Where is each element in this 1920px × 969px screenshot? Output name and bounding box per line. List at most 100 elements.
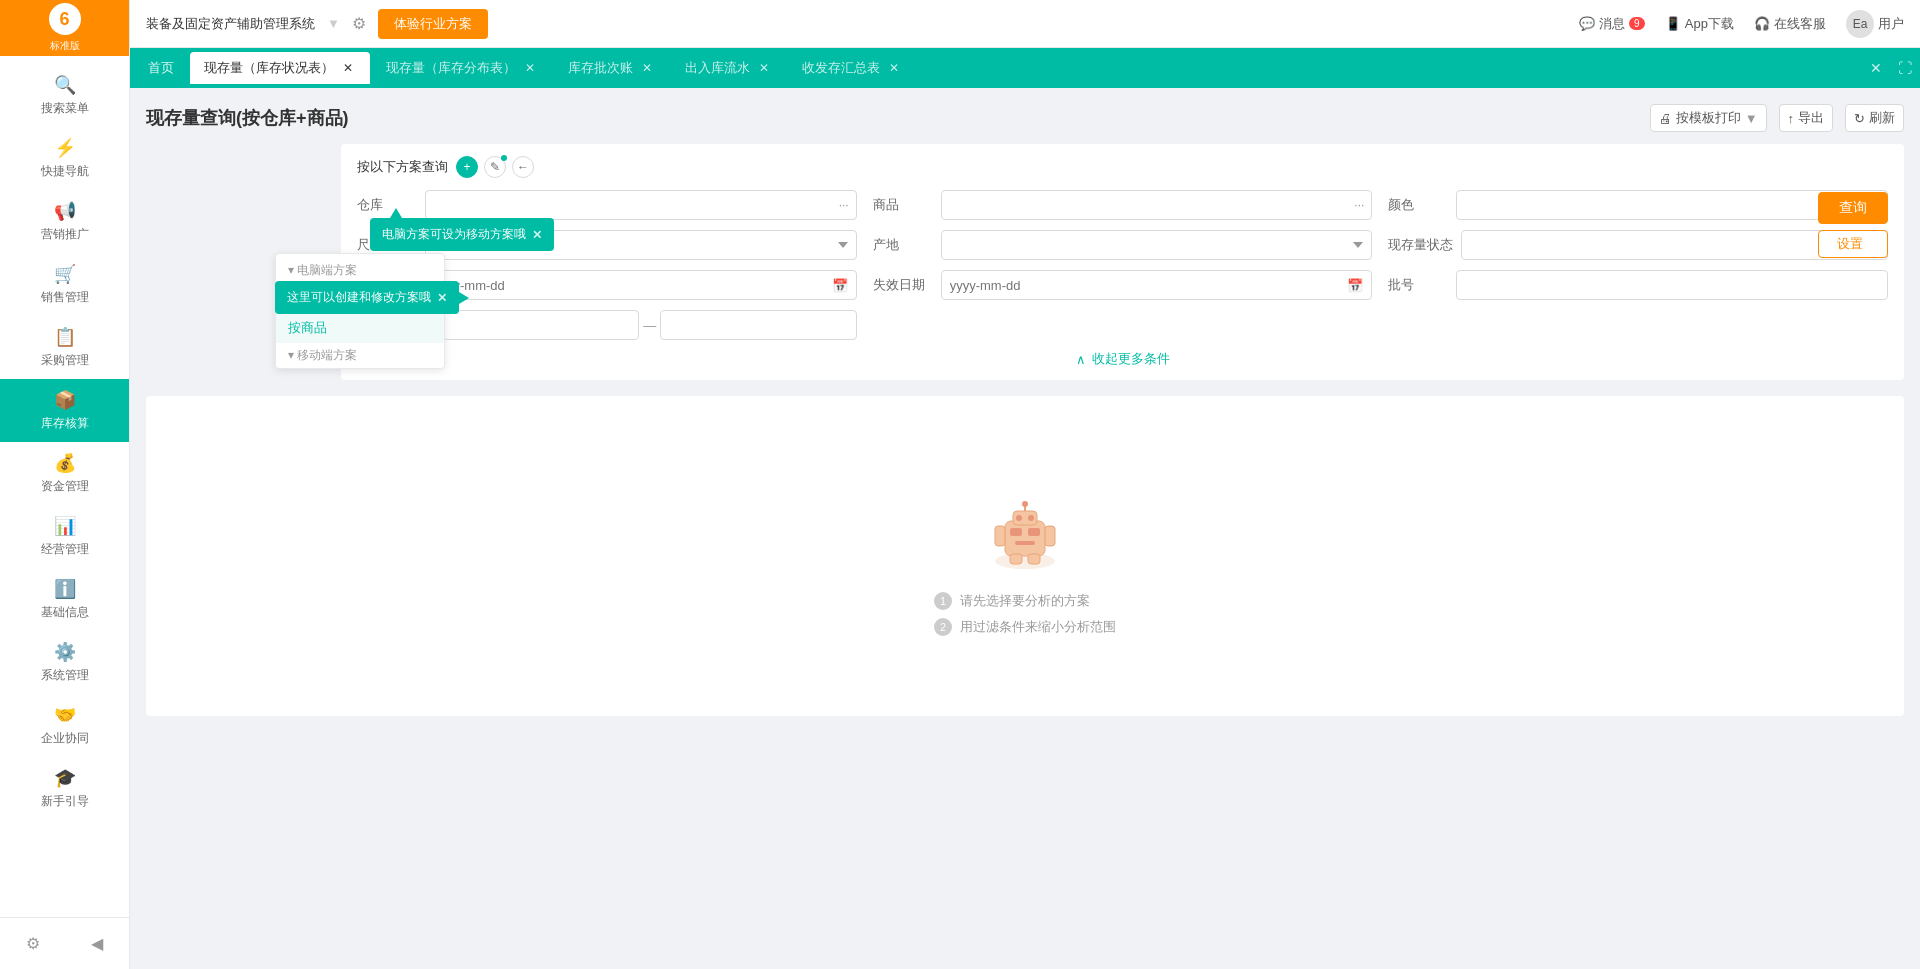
exp-date-cal-icon[interactable]: 📅 (1339, 278, 1371, 293)
origin-label: 产地 (873, 236, 933, 254)
sidebar-item-label: 库存核算 (41, 415, 89, 432)
scheme-section-mobile: ▾ 移动端方案 (276, 343, 444, 368)
settings-btn[interactable]: ⚙ (20, 928, 46, 959)
add-scheme-btn[interactable]: + (456, 156, 478, 178)
tab-summary-label: 收发存汇总表 (802, 59, 880, 77)
tab-summary[interactable]: 收发存汇总表 ✕ (788, 52, 916, 84)
sidebar: 6 标准版 🔍 搜索菜单 ⚡ 快捷导航 📢 营销推广 🛒 销售管理 📋 采购管理… (0, 0, 130, 969)
message-label: 消息 (1599, 15, 1625, 33)
sidebar-item-management[interactable]: 📊 经营管理 (0, 505, 129, 568)
sidebar-item-search[interactable]: 🔍 搜索菜单 (0, 64, 129, 127)
sidebar-item-finance[interactable]: 💰 资金管理 (0, 442, 129, 505)
page-title-bar: 现存量查询(按仓库+商品) 🖨 按模板打印 ▼ ↑ 导出 ↻ 刷新 (146, 104, 1904, 132)
sidebar-item-collab[interactable]: 🤝 企业协同 (0, 694, 129, 757)
tab-bar: 首页 现存量（库存状况表） ✕ 现存量（库存分布表） ✕ 库存批次账 ✕ 出入库… (130, 48, 1920, 88)
exp-date-input[interactable] (942, 278, 1340, 293)
phone-icon: 📱 (1665, 16, 1681, 31)
sidebar-item-label: 基础信息 (41, 604, 89, 621)
sidebar-item-label: 快捷导航 (41, 163, 89, 180)
sidebar-item-system[interactable]: ⚙️ 系统管理 (0, 631, 129, 694)
sidebar-menu: 🔍 搜索菜单 ⚡ 快捷导航 📢 营销推广 🛒 销售管理 📋 采购管理 📦 库存核… (0, 56, 129, 917)
message-icon: 💬 (1579, 16, 1595, 31)
origin-select[interactable] (941, 230, 1373, 260)
app-download-btn[interactable]: 📱 App下载 (1665, 15, 1734, 33)
sales-icon: 🛒 (54, 263, 76, 285)
tab-inout[interactable]: 出入库流水 ✕ (671, 52, 786, 84)
tab-stock-status-label: 现存量（库存状况表） (204, 59, 334, 77)
tab-stock-dist[interactable]: 现存量（库存分布表） ✕ (372, 52, 552, 84)
tab-stock-status-close[interactable]: ✕ (340, 60, 356, 76)
query-button[interactable]: 查询 (1818, 192, 1888, 224)
nav-icon: ⚡ (54, 137, 76, 159)
prod-date-cal-icon[interactable]: 📅 (824, 278, 856, 293)
settings-filter-button[interactable]: 设置 (1818, 230, 1888, 258)
page-title: 现存量查询(按仓库+商品) (146, 106, 349, 130)
sidebar-item-sales[interactable]: 🛒 销售管理 (0, 253, 129, 316)
sidebar-item-label: 系统管理 (41, 667, 89, 684)
tab-batch[interactable]: 库存批次账 ✕ (554, 52, 669, 84)
online-support-btn[interactable]: 🎧 在线客服 (1754, 15, 1826, 33)
tab-summary-close[interactable]: ✕ (886, 60, 902, 76)
tab-batch-close[interactable]: ✕ (639, 60, 655, 76)
page-actions: 🖨 按模板打印 ▼ ↑ 导出 ↻ 刷新 (1650, 104, 1904, 132)
sidebar-item-nav[interactable]: ⚡ 快捷导航 (0, 127, 129, 190)
sidebar-item-label: 新手引导 (41, 793, 89, 810)
warehouse-input[interactable] (425, 190, 857, 220)
edit-scheme-btn[interactable]: ✎ (484, 156, 506, 178)
print-label: 按模板打印 (1676, 109, 1741, 127)
sidebar-item-basic-info[interactable]: ℹ️ 基础信息 (0, 568, 129, 631)
solution-button[interactable]: 体验行业方案 (378, 9, 488, 39)
sidebar-item-marketing[interactable]: 📢 营销推广 (0, 190, 129, 253)
stock-main-from[interactable] (443, 310, 639, 340)
tab-batch-label: 库存批次账 (568, 59, 633, 77)
app-download-label: App下载 (1685, 15, 1734, 33)
user-menu[interactable]: Ea 用户 (1846, 10, 1904, 38)
refresh-button[interactable]: ↻ 刷新 (1845, 104, 1904, 132)
print-dropdown-icon: ▼ (1745, 111, 1758, 126)
refresh-label: 刷新 (1869, 109, 1895, 127)
tooltip-close-2[interactable]: ✕ (437, 291, 447, 305)
print-button[interactable]: 🖨 按模板打印 ▼ (1650, 104, 1767, 132)
stock-main-to[interactable] (660, 310, 856, 340)
message-btn[interactable]: 💬 消息 9 (1579, 15, 1645, 33)
collapse-btn[interactable]: ◀ (85, 928, 109, 959)
header-right: 💬 消息 9 📱 App下载 🎧 在线客服 Ea 用户 (1579, 10, 1904, 38)
sku-input[interactable] (941, 190, 1373, 220)
tab-fullscreen-icon[interactable]: ⛶ (1894, 56, 1916, 80)
tab-stock-status[interactable]: 现存量（库存状况表） ✕ (190, 52, 370, 84)
tooltip-close-1[interactable]: ✕ (532, 228, 542, 242)
empty-state: 1 请先选择要分析的方案 2 用过滤条件来缩小分析范围 (146, 396, 1904, 716)
sidebar-item-stock[interactable]: 📦 库存核算 (0, 379, 129, 442)
sidebar-item-guide[interactable]: 🎓 新手引导 (0, 757, 129, 820)
export-button[interactable]: ↑ 导出 (1779, 104, 1834, 132)
tab-home[interactable]: 首页 (134, 52, 188, 84)
prod-date-input[interactable] (426, 278, 824, 293)
back-scheme-btn[interactable]: ← (512, 156, 534, 178)
message-badge: 9 (1629, 17, 1645, 30)
range-sep: — (643, 318, 656, 333)
svg-rect-11 (1045, 526, 1055, 546)
scheme-item-sku[interactable]: 按商品 (276, 313, 444, 343)
svg-point-9 (1022, 501, 1028, 507)
batch-input[interactable] (1456, 270, 1888, 300)
sidebar-item-label: 搜索菜单 (41, 100, 89, 117)
sidebar-item-purchase[interactable]: 📋 采购管理 (0, 316, 129, 379)
tab-close-all-icon[interactable]: ✕ (1866, 56, 1886, 80)
filter-row-color: 颜色 (1388, 190, 1888, 220)
header-settings-icon[interactable]: ⚙ (352, 14, 366, 33)
tab-inout-close[interactable]: ✕ (756, 60, 772, 76)
query-btn-group: 查询 设置 (1818, 192, 1888, 258)
tip-num-2: 2 (934, 618, 952, 636)
system-icon: ⚙️ (54, 641, 76, 663)
tab-stock-dist-label: 现存量（库存分布表） (386, 59, 516, 77)
user-label: 用户 (1878, 15, 1904, 33)
collapse-more-btn[interactable]: ∧ 收起更多条件 (357, 350, 1888, 368)
tab-stock-dist-close[interactable]: ✕ (522, 60, 538, 76)
tab-bar-right: ✕ ⛶ (1866, 56, 1916, 80)
exp-date-label: 失效日期 (873, 276, 933, 294)
guide-icon: 🎓 (54, 767, 76, 789)
svg-rect-13 (1028, 554, 1040, 564)
user-avatar: Ea (1846, 10, 1874, 38)
home-tab-label: 首页 (148, 59, 174, 77)
sidebar-item-label: 采购管理 (41, 352, 89, 369)
